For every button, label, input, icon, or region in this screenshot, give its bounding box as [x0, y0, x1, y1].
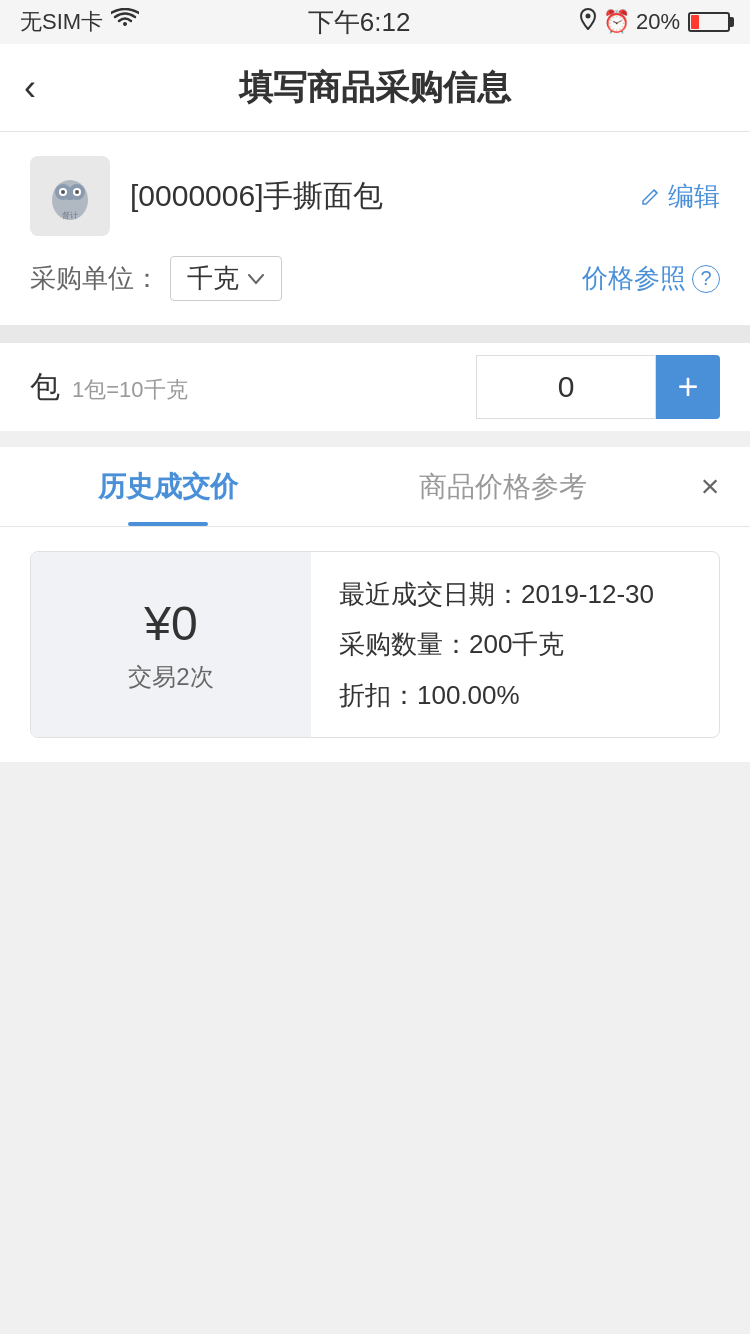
status-right: ⏰ 20% — [579, 8, 730, 36]
nav-bar: ‹ 填写商品采购信息 — [0, 44, 750, 132]
location-icon — [579, 8, 597, 36]
product-image: 督计 — [40, 166, 100, 226]
help-icon: ? — [692, 265, 720, 293]
tab-history[interactable]: 历史成交价 — [0, 447, 335, 526]
purchase-qty-value: 200千克 — [469, 629, 564, 659]
price-ref-label: 价格参照 — [582, 261, 686, 296]
wifi-icon — [111, 8, 139, 36]
status-time: 下午6:12 — [308, 5, 411, 40]
battery-percent: 20% — [636, 9, 680, 35]
price-ref-button[interactable]: 价格参照 ? — [582, 261, 720, 296]
discount-label: 折扣： — [339, 680, 417, 710]
product-card: 督计 [0000006]手撕面包 编辑 采购单位： 千克 — [0, 132, 750, 325]
battery-icon — [688, 12, 730, 32]
recent-date-row: 最近成交日期：2019-12-30 — [339, 576, 691, 612]
quantity-plus-button[interactable]: + — [656, 355, 720, 419]
tab-bar: 历史成交价 商品价格参考 × — [0, 447, 750, 527]
section-divider — [0, 325, 750, 343]
product-name: [0000006]手撕面包 — [130, 176, 383, 217]
tab-price-ref[interactable]: 商品价格参考 — [335, 447, 670, 526]
page-content: ‹ 填写商品采购信息 督计 — [0, 44, 750, 1334]
history-panel: ¥0 交易2次 最近成交日期：2019-12-30 采购数量：200千克 折扣：… — [0, 527, 750, 762]
status-left: 无SIM卡 — [20, 7, 139, 37]
purchase-qty-row: 采购数量：200千克 — [339, 626, 691, 662]
quantity-controls: 0 + — [476, 355, 720, 419]
purchase-qty-label: 采购数量： — [339, 629, 469, 659]
qty-sublabel: 1包=10千克 — [72, 375, 188, 405]
svg-text:督计: 督计 — [62, 211, 78, 220]
svg-point-8 — [66, 196, 74, 200]
discount-value: 100.00% — [417, 680, 520, 710]
recent-date-value: 2019-12-30 — [521, 579, 654, 609]
discount-row: 折扣：100.00% — [339, 677, 691, 713]
unit-select[interactable]: 千克 — [170, 256, 282, 301]
history-price: ¥0 — [144, 596, 197, 651]
history-card: ¥0 交易2次 最近成交日期：2019-12-30 采购数量：200千克 折扣：… — [30, 551, 720, 738]
unit-label: 采购单位： — [30, 261, 160, 296]
svg-point-6 — [61, 190, 65, 194]
back-button[interactable]: ‹ — [24, 67, 36, 109]
page-title: 填写商品采购信息 — [239, 65, 511, 111]
svg-point-0 — [585, 14, 590, 19]
history-price-column: ¥0 交易2次 — [31, 552, 311, 737]
qty-unit: 包 — [30, 367, 60, 408]
tab-history-label: 历史成交价 — [98, 468, 238, 506]
svg-point-7 — [75, 190, 79, 194]
product-unit-row: 采购单位： 千克 价格参照 ? — [30, 256, 720, 301]
unit-value: 千克 — [187, 261, 239, 296]
trade-count: 交易2次 — [128, 661, 213, 693]
chevron-down-icon — [247, 273, 265, 285]
alarm-icon: ⏰ — [603, 9, 630, 35]
quantity-row: 包 1包=10千克 0 + — [0, 343, 750, 431]
edit-label: 编辑 — [668, 179, 720, 214]
product-left: 督计 [0000006]手撕面包 — [30, 156, 383, 236]
price-amount: 0 — [171, 597, 198, 650]
history-info-column: 最近成交日期：2019-12-30 采购数量：200千克 折扣：100.00% — [311, 552, 719, 737]
edit-button[interactable]: 编辑 — [640, 179, 720, 214]
price-symbol: ¥ — [144, 597, 171, 650]
tab-close-button[interactable]: × — [670, 468, 750, 505]
recent-date-label: 最近成交日期： — [339, 579, 521, 609]
quantity-input[interactable]: 0 — [476, 355, 656, 419]
product-thumbnail: 督计 — [30, 156, 110, 236]
tab-price-ref-label: 商品价格参考 — [419, 468, 587, 506]
edit-icon — [640, 185, 662, 207]
quantity-label: 包 1包=10千克 — [30, 367, 188, 408]
quantity-value: 0 — [558, 370, 575, 404]
product-header: 督计 [0000006]手撕面包 编辑 — [30, 156, 720, 236]
carrier-text: 无SIM卡 — [20, 7, 103, 37]
status-bar: 无SIM卡 下午6:12 ⏰ 20% — [0, 0, 750, 44]
